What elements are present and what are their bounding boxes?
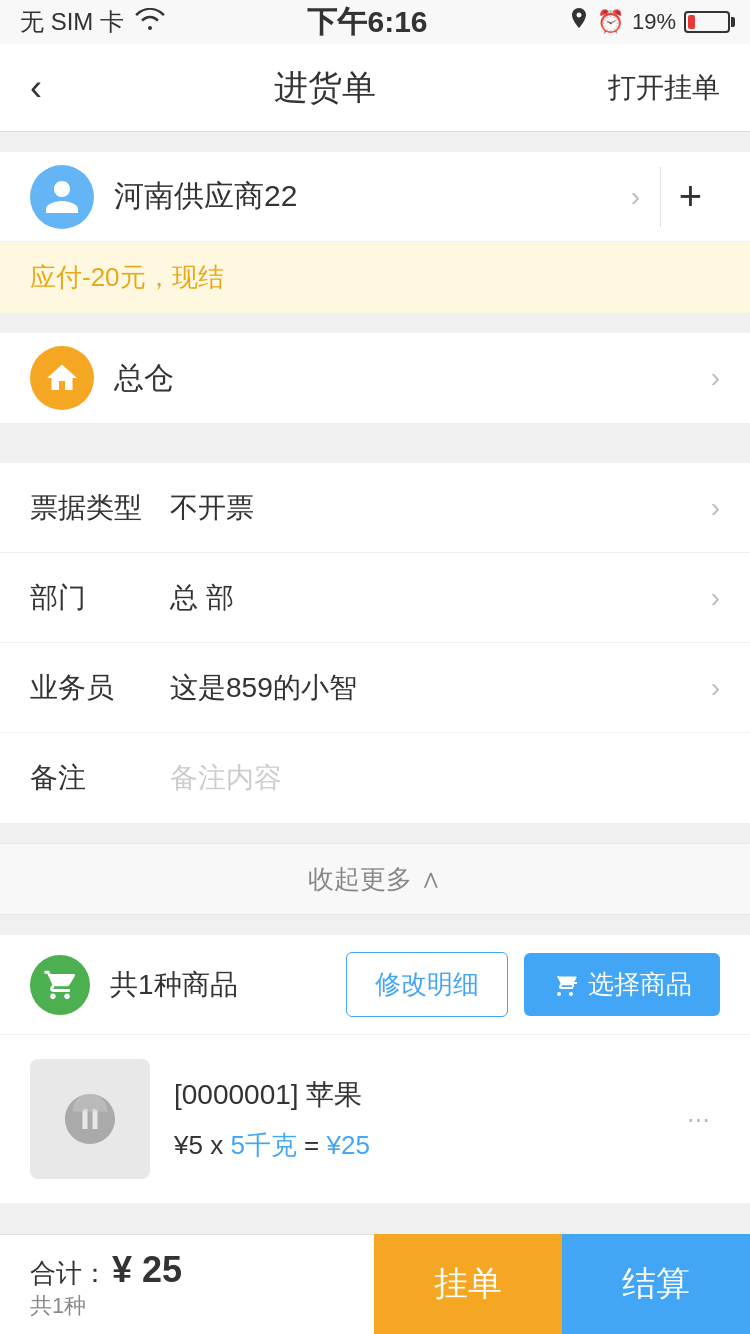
back-button[interactable]: ‹ bbox=[30, 67, 42, 109]
bottom-bar: 合计：¥ 25共1种 挂单 结算 bbox=[0, 1234, 750, 1334]
salesperson-row[interactable]: 业务员 这是859的小智 › bbox=[0, 643, 750, 733]
warehouse-chevron-icon: › bbox=[711, 362, 720, 394]
notice-bar: 应付-20元，现结 bbox=[0, 242, 750, 313]
warehouse-icon bbox=[30, 346, 94, 410]
open-pending-button[interactable]: 打开挂单 bbox=[608, 69, 720, 107]
remark-row[interactable]: 备注 备注内容 bbox=[0, 733, 750, 823]
select-product-button[interactable]: 选择商品 bbox=[524, 953, 720, 1016]
invoice-type-chevron-icon: › bbox=[711, 492, 720, 524]
wifi-icon bbox=[134, 8, 166, 36]
location-icon bbox=[569, 8, 589, 36]
remark-placeholder: 备注内容 bbox=[170, 759, 720, 797]
products-header: 共1种商品 修改明细 选择商品 bbox=[0, 935, 750, 1035]
invoice-type-label: 票据类型 bbox=[30, 489, 170, 527]
product-multiply-icon: x bbox=[210, 1130, 230, 1160]
collapse-bar[interactable]: 收起更多 ∧ bbox=[0, 843, 750, 915]
product-total: ¥25 bbox=[327, 1130, 370, 1160]
nav-bar: ‹ 进货单 打开挂单 bbox=[0, 44, 750, 132]
warehouse-row[interactable]: 总仓 › bbox=[0, 333, 750, 423]
invoice-type-row[interactable]: 票据类型 不开票 › bbox=[0, 463, 750, 553]
carrier-text: 无 SIM 卡 bbox=[20, 6, 124, 38]
status-bar: 无 SIM 卡 下午6:16 ⏰ 19% bbox=[0, 0, 750, 44]
department-row[interactable]: 部门 总 部 › bbox=[0, 553, 750, 643]
invoice-type-value: 不开票 bbox=[170, 489, 701, 527]
battery-percent: 19% bbox=[632, 9, 676, 35]
supplier-row[interactable]: 河南供应商22 › + bbox=[0, 152, 750, 242]
product-price: ¥5 x 5千克 = ¥25 bbox=[174, 1128, 653, 1163]
product-name-text: 苹果 bbox=[306, 1079, 362, 1110]
alarm-icon: ⏰ bbox=[597, 9, 624, 35]
products-count: 共1种商品 bbox=[110, 966, 346, 1004]
warehouse-name: 总仓 bbox=[114, 358, 701, 399]
product-code: [0000001] bbox=[174, 1079, 299, 1110]
total-section: 合计：¥ 25共1种 bbox=[0, 1234, 374, 1334]
supplier-name: 河南供应商22 bbox=[114, 176, 621, 217]
product-equals-icon: = bbox=[304, 1130, 326, 1160]
warehouse-section: 总仓 › bbox=[0, 333, 750, 423]
product-name: [0000001] 苹果 bbox=[174, 1076, 653, 1114]
department-value: 总 部 bbox=[170, 579, 701, 617]
salesperson-label: 业务员 bbox=[30, 669, 170, 707]
salesperson-value: 这是859的小智 bbox=[170, 669, 701, 707]
page-title: 进货单 bbox=[274, 65, 376, 111]
select-product-label: 选择商品 bbox=[588, 967, 692, 1002]
department-label: 部门 bbox=[30, 579, 170, 617]
product-info: [0000001] 苹果 ¥5 x 5千克 = ¥25 bbox=[174, 1076, 653, 1163]
products-icon bbox=[30, 955, 90, 1015]
status-right: ⏰ 19% bbox=[569, 8, 730, 36]
status-left: 无 SIM 卡 bbox=[20, 6, 166, 38]
settle-button[interactable]: 结算 bbox=[562, 1234, 750, 1334]
battery-icon bbox=[684, 11, 730, 33]
divider-3 bbox=[0, 443, 750, 463]
department-chevron-icon: › bbox=[711, 582, 720, 614]
product-quantity: 5千克 bbox=[230, 1130, 296, 1160]
add-supplier-button[interactable]: + bbox=[660, 167, 720, 227]
pending-button[interactable]: 挂单 bbox=[374, 1234, 562, 1334]
product-thumbnail bbox=[30, 1059, 150, 1179]
product-item: [0000001] 苹果 ¥5 x 5千克 = ¥25 ··· bbox=[0, 1035, 750, 1204]
divider-2 bbox=[0, 313, 750, 333]
remark-label: 备注 bbox=[30, 759, 170, 797]
edit-detail-button[interactable]: 修改明细 bbox=[346, 952, 508, 1017]
supplier-section: 河南供应商22 › + 应付-20元，现结 bbox=[0, 152, 750, 313]
supplier-avatar bbox=[30, 165, 94, 229]
product-more-button[interactable]: ··· bbox=[677, 1093, 720, 1145]
salesperson-chevron-icon: › bbox=[711, 672, 720, 704]
status-time: 下午6:16 bbox=[307, 2, 427, 43]
supplier-chevron-icon: › bbox=[631, 181, 640, 213]
product-unit-price: ¥5 bbox=[174, 1130, 203, 1160]
divider-1 bbox=[0, 132, 750, 152]
form-section: 票据类型 不开票 › 部门 总 部 › 业务员 这是859的小智 › 备注 备注… bbox=[0, 443, 750, 823]
